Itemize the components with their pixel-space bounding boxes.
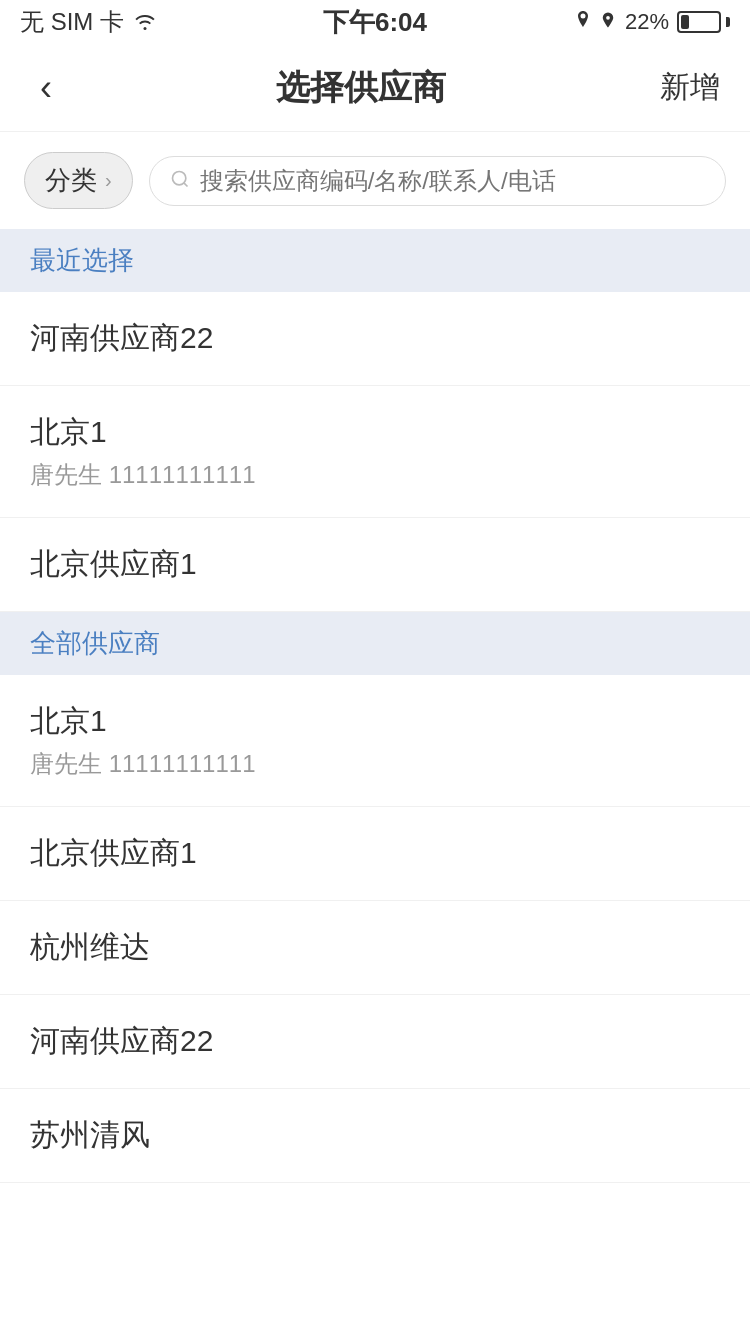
section-header-all: 全部供应商: [0, 612, 750, 675]
list-item[interactable]: 北京1 唐先生 11111111111: [0, 675, 750, 807]
list-item[interactable]: 北京1 唐先生 11111111111: [0, 386, 750, 518]
status-bar: 无 SIM 卡 下午6:04 22%: [0, 0, 750, 44]
list-item[interactable]: 河南供应商22: [0, 292, 750, 386]
alarm-icon: [599, 9, 617, 35]
filter-bar: 分类 ›: [0, 132, 750, 229]
sections-container: 最近选择河南供应商22 北京1 唐先生 11111111111 北京供应商1 全部供应商…: [0, 229, 750, 1183]
item-name: 北京1: [30, 701, 720, 742]
item-name: 河南供应商22: [30, 318, 720, 359]
location-icon: [575, 9, 591, 35]
back-button[interactable]: ‹: [30, 57, 62, 119]
list-item[interactable]: 北京供应商1: [0, 518, 750, 612]
item-name: 北京供应商1: [30, 833, 720, 874]
status-time: 下午6:04: [323, 5, 427, 40]
item-name: 杭州维达: [30, 927, 720, 968]
search-box: [149, 156, 726, 206]
list-item[interactable]: 北京供应商1: [0, 807, 750, 901]
list-item[interactable]: 杭州维达: [0, 901, 750, 995]
category-label: 分类: [45, 163, 97, 198]
category-button[interactable]: 分类 ›: [24, 152, 133, 209]
search-input[interactable]: [200, 167, 705, 195]
list-item[interactable]: 河南供应商22: [0, 995, 750, 1089]
status-right: 22%: [575, 9, 730, 35]
search-icon: [170, 167, 190, 195]
item-name: 苏州清风: [30, 1115, 720, 1156]
chevron-right-icon: ›: [105, 169, 112, 192]
item-sub: 唐先生 11111111111: [30, 748, 720, 780]
item-name: 北京1: [30, 412, 720, 453]
svg-line-1: [184, 182, 188, 186]
battery-icon: [677, 11, 730, 33]
status-left: 无 SIM 卡: [20, 6, 156, 38]
wifi-icon: [134, 8, 156, 36]
add-button[interactable]: 新增: [660, 67, 720, 108]
battery-percentage: 22%: [625, 9, 669, 35]
nav-bar: ‹ 选择供应商 新增: [0, 44, 750, 132]
section-header-recent: 最近选择: [0, 229, 750, 292]
item-sub: 唐先生 11111111111: [30, 459, 720, 491]
page-title: 选择供应商: [276, 65, 446, 111]
svg-point-0: [172, 171, 185, 184]
item-name: 北京供应商1: [30, 544, 720, 585]
no-sim-label: 无 SIM 卡: [20, 6, 124, 38]
list-item[interactable]: 苏州清风: [0, 1089, 750, 1183]
item-name: 河南供应商22: [30, 1021, 720, 1062]
